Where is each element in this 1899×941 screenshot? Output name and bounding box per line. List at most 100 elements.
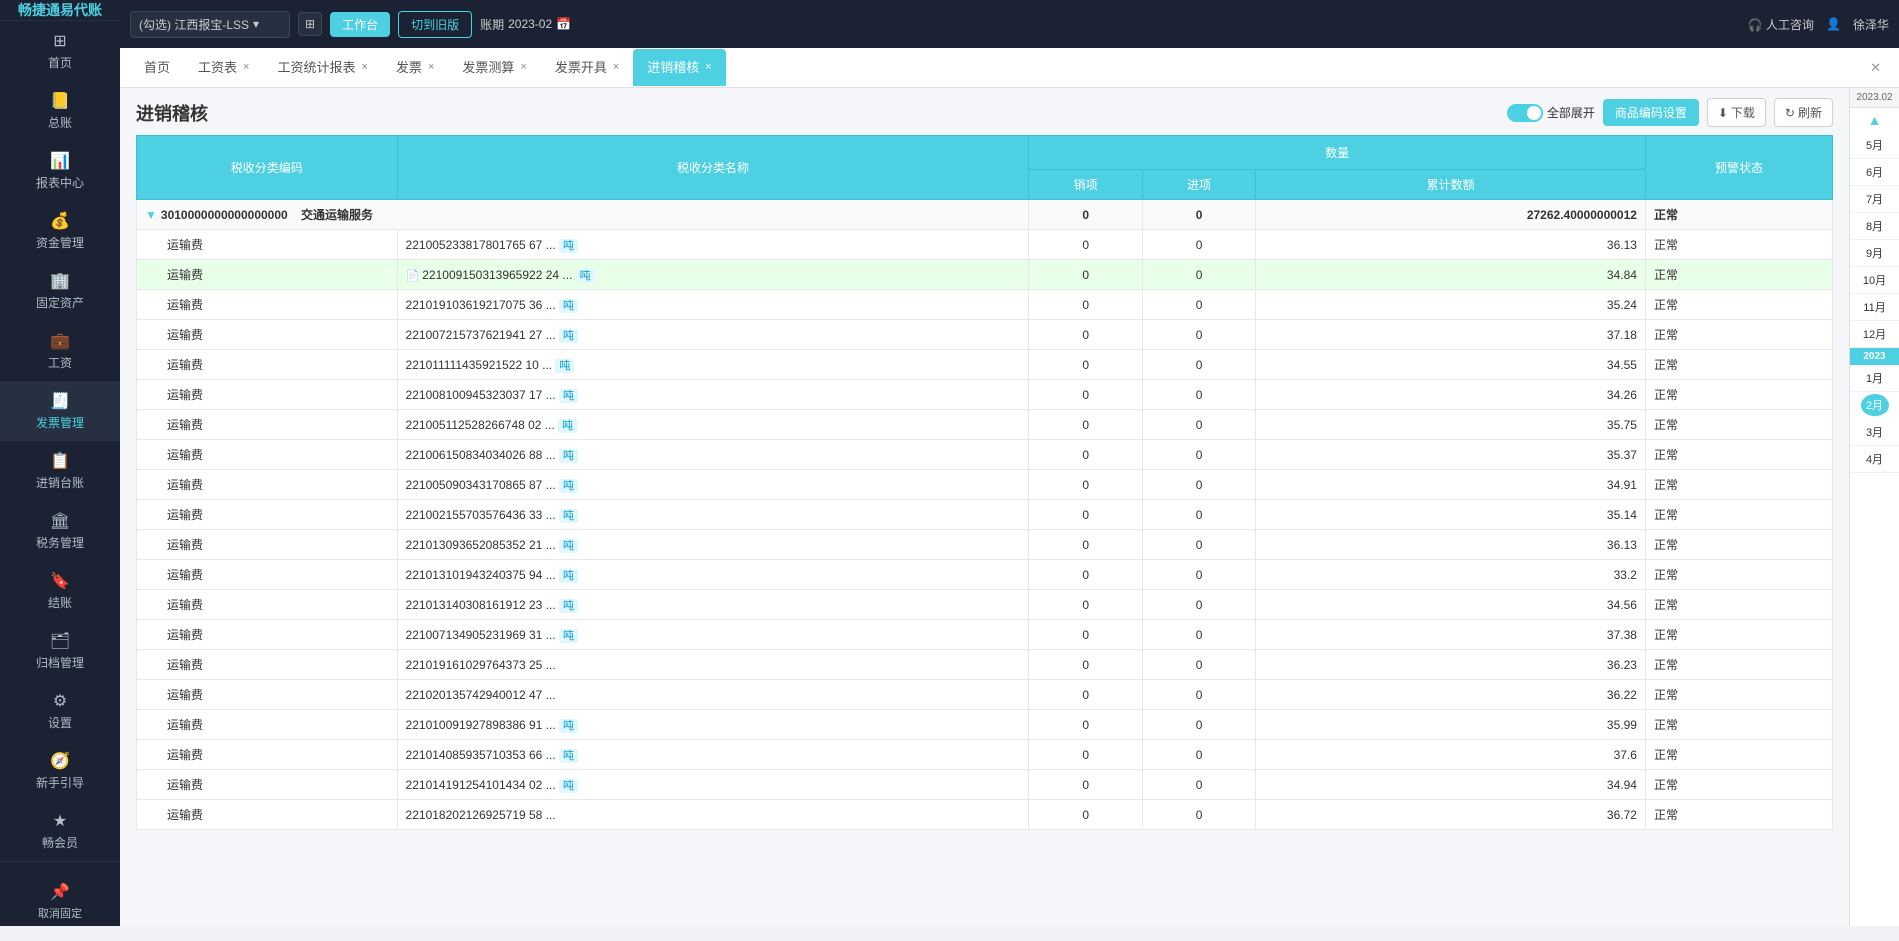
settlement-icon: 🔖 bbox=[50, 571, 70, 591]
tab-close-icon[interactable]: × bbox=[705, 61, 711, 73]
sidebar-label-reports: 报表中心 bbox=[36, 174, 84, 191]
sidebar-item-home[interactable]: ⊞首页 bbox=[0, 21, 120, 81]
cal-month-5月[interactable]: 5月 bbox=[1850, 132, 1899, 159]
cell-status: 正常 bbox=[1645, 380, 1832, 410]
tab-close-icon[interactable]: × bbox=[520, 61, 526, 73]
period-value: 2023-02 bbox=[508, 17, 552, 31]
cal-month-1月[interactable]: 1月 bbox=[1850, 365, 1899, 392]
tab-label: 进销稽核 bbox=[647, 57, 699, 76]
cal-month-2月[interactable]: 2月 bbox=[1861, 394, 1889, 417]
file-icon: 📄 bbox=[406, 270, 420, 282]
tab-发票测算[interactable]: 发票测算× bbox=[448, 49, 540, 86]
cal-month-9月[interactable]: 9月 bbox=[1850, 240, 1899, 267]
cell-purchase: 0 bbox=[1142, 710, 1255, 740]
table-row: 运输费 221013101943240375 94 ... 吨 0 0 33.2… bbox=[137, 560, 1833, 590]
sidebar-label-tax: 税务管理 bbox=[36, 534, 84, 551]
switch-old-button[interactable]: 切到旧版 bbox=[398, 11, 472, 38]
cell-name: 运输费 bbox=[137, 320, 398, 350]
cell-total: 34.84 bbox=[1256, 260, 1646, 290]
table-row: 运输费 221020135742940012 47 ... 0 0 36.22 … bbox=[137, 680, 1833, 710]
cell-purchase: 0 bbox=[1142, 740, 1255, 770]
table-row: 运输费 221014085935710353 66 ... 吨 0 0 37.6… bbox=[137, 740, 1833, 770]
sidebar-item-guide[interactable]: 🧭新手引导 bbox=[0, 741, 120, 801]
cell-purchase: 0 bbox=[1142, 770, 1255, 800]
calendar-icon[interactable]: 📅 bbox=[556, 17, 571, 31]
unit-tag: 吨 bbox=[559, 719, 578, 733]
cal-month-8月[interactable]: 8月 bbox=[1850, 213, 1899, 240]
sidebar-item-sales-ledger[interactable]: 📋 进销台账 bbox=[0, 441, 120, 501]
company-selector[interactable]: (勾选) 江西报宝-LSS ▾ bbox=[130, 11, 290, 38]
cell-purchase: 0 bbox=[1142, 350, 1255, 380]
download-button[interactable]: ⬇ 下载 bbox=[1707, 98, 1766, 127]
tab-label: 发票开具 bbox=[555, 57, 607, 76]
tab-工资统计报表[interactable]: 工资统计报表× bbox=[263, 49, 381, 86]
sidebar-item-vip[interactable]: ★畅会员 bbox=[0, 801, 120, 861]
table-row: 运输费 📄221009150313965922 24 ... 吨 0 0 34.… bbox=[137, 260, 1833, 290]
workspace-button[interactable]: 工作台 bbox=[330, 12, 390, 37]
table-row: 运输费 221008100945323037 17 ... 吨 0 0 34.2… bbox=[137, 380, 1833, 410]
cell-status: 正常 bbox=[1645, 710, 1832, 740]
sales-ledger-icon: 📋 bbox=[50, 451, 70, 471]
tab-进销稽核[interactable]: 进销稽核 × bbox=[633, 49, 725, 86]
cal-up-arrow[interactable]: ▲ bbox=[1850, 108, 1899, 132]
copy-icon-btn[interactable]: ⊞ bbox=[298, 12, 322, 36]
tab-发票开具[interactable]: 发票开具 × bbox=[541, 49, 633, 86]
cal-month-4月[interactable]: 4月 bbox=[1850, 446, 1899, 473]
table-row: 运输费 221010091927898386 91 ... 吨 0 0 35.9… bbox=[137, 710, 1833, 740]
customer-service[interactable]: 🎧 人工咨询 bbox=[1748, 16, 1814, 33]
unit-tag: 吨 bbox=[559, 449, 578, 463]
cal-month-3月[interactable]: 3月 bbox=[1850, 419, 1899, 446]
tab-close-icon[interactable]: × bbox=[428, 61, 434, 73]
cal-month-12月[interactable]: 12月 bbox=[1850, 321, 1899, 348]
cal-month-7月[interactable]: 7月 bbox=[1850, 186, 1899, 213]
col-header-purchase: 进项 bbox=[1142, 170, 1255, 200]
cal-month-6月[interactable]: 6月 bbox=[1850, 159, 1899, 186]
tab-close-icon[interactable]: × bbox=[243, 61, 249, 73]
cell-total: 37.6 bbox=[1256, 740, 1646, 770]
tab-工资表[interactable]: 工资表× bbox=[184, 49, 263, 86]
expand-all-toggle[interactable] bbox=[1507, 104, 1543, 122]
sidebar-item-payroll[interactable]: 💼工资 bbox=[0, 321, 120, 381]
col-header-name: 税收分类名称 bbox=[397, 136, 1029, 200]
pin-icon: 📌 bbox=[50, 882, 70, 902]
cell-purchase: 0 bbox=[1142, 650, 1255, 680]
chevron-down-icon: ▾ bbox=[253, 17, 259, 31]
close-all-icon[interactable]: ✕ bbox=[1862, 60, 1889, 76]
product-setting-button[interactable]: 商品编码设置 bbox=[1603, 99, 1699, 126]
sidebar-item-invoice-mgmt[interactable]: 🧾发票管理 bbox=[0, 381, 120, 441]
tab-发票[interactable]: 发票× bbox=[382, 49, 448, 86]
col-header-status: 预警状态 bbox=[1645, 136, 1832, 200]
unit-tag: 吨 bbox=[559, 539, 578, 553]
cal-month-10月[interactable]: 10月 bbox=[1850, 267, 1899, 294]
sidebar-item-assets[interactable]: 🏢固定资产 bbox=[0, 261, 120, 321]
sidebar-item-settlement[interactable]: 🔖结账 bbox=[0, 561, 120, 621]
tab-close-icon[interactable]: × bbox=[613, 61, 619, 73]
topbar-right: 🎧 人工咨询 👤 徐泽华 bbox=[1748, 16, 1889, 33]
cal-month-11月[interactable]: 11月 bbox=[1850, 294, 1899, 321]
cell-total: 35.99 bbox=[1256, 710, 1646, 740]
sidebar-item-settings[interactable]: ⚙设置 bbox=[0, 681, 120, 741]
sidebar-label-settings: 设置 bbox=[48, 714, 72, 731]
unit-tag: 吨 bbox=[559, 389, 578, 403]
cell-total: 36.23 bbox=[1256, 650, 1646, 680]
refresh-button[interactable]: ↻ 刷新 bbox=[1774, 98, 1833, 127]
sidebar-item-tax[interactable]: 🏛税务管理 bbox=[0, 501, 120, 561]
cal-year-current: 2023 bbox=[1850, 348, 1899, 365]
toggle-all: 全部展开 bbox=[1507, 104, 1595, 122]
sidebar-unpin[interactable]: 📌 取消固定 bbox=[0, 872, 120, 931]
sidebar-item-funds[interactable]: 💰资金管理 bbox=[0, 201, 120, 261]
tab-首页[interactable]: 首页 bbox=[130, 49, 184, 86]
unit-tag: 吨 bbox=[559, 509, 578, 523]
cell-total: 35.14 bbox=[1256, 500, 1646, 530]
archive-icon: 🗂 bbox=[50, 631, 70, 651]
tab-close-icon[interactable]: × bbox=[361, 61, 367, 73]
cell-total: 36.13 bbox=[1256, 530, 1646, 560]
cell-total: 34.26 bbox=[1256, 380, 1646, 410]
sidebar-item-reports[interactable]: 📊报表中心 bbox=[0, 141, 120, 201]
sidebar-item-ledger[interactable]: 📒总账 bbox=[0, 81, 120, 141]
cell-sale: 0 bbox=[1029, 470, 1142, 500]
sidebar-item-archive[interactable]: 🗂归档管理 bbox=[0, 621, 120, 681]
sidebar-label-sales-ledger: 进销台账 bbox=[36, 474, 84, 491]
unit-tag: 吨 bbox=[559, 779, 578, 793]
toggle-all-label: 全部展开 bbox=[1547, 104, 1595, 121]
